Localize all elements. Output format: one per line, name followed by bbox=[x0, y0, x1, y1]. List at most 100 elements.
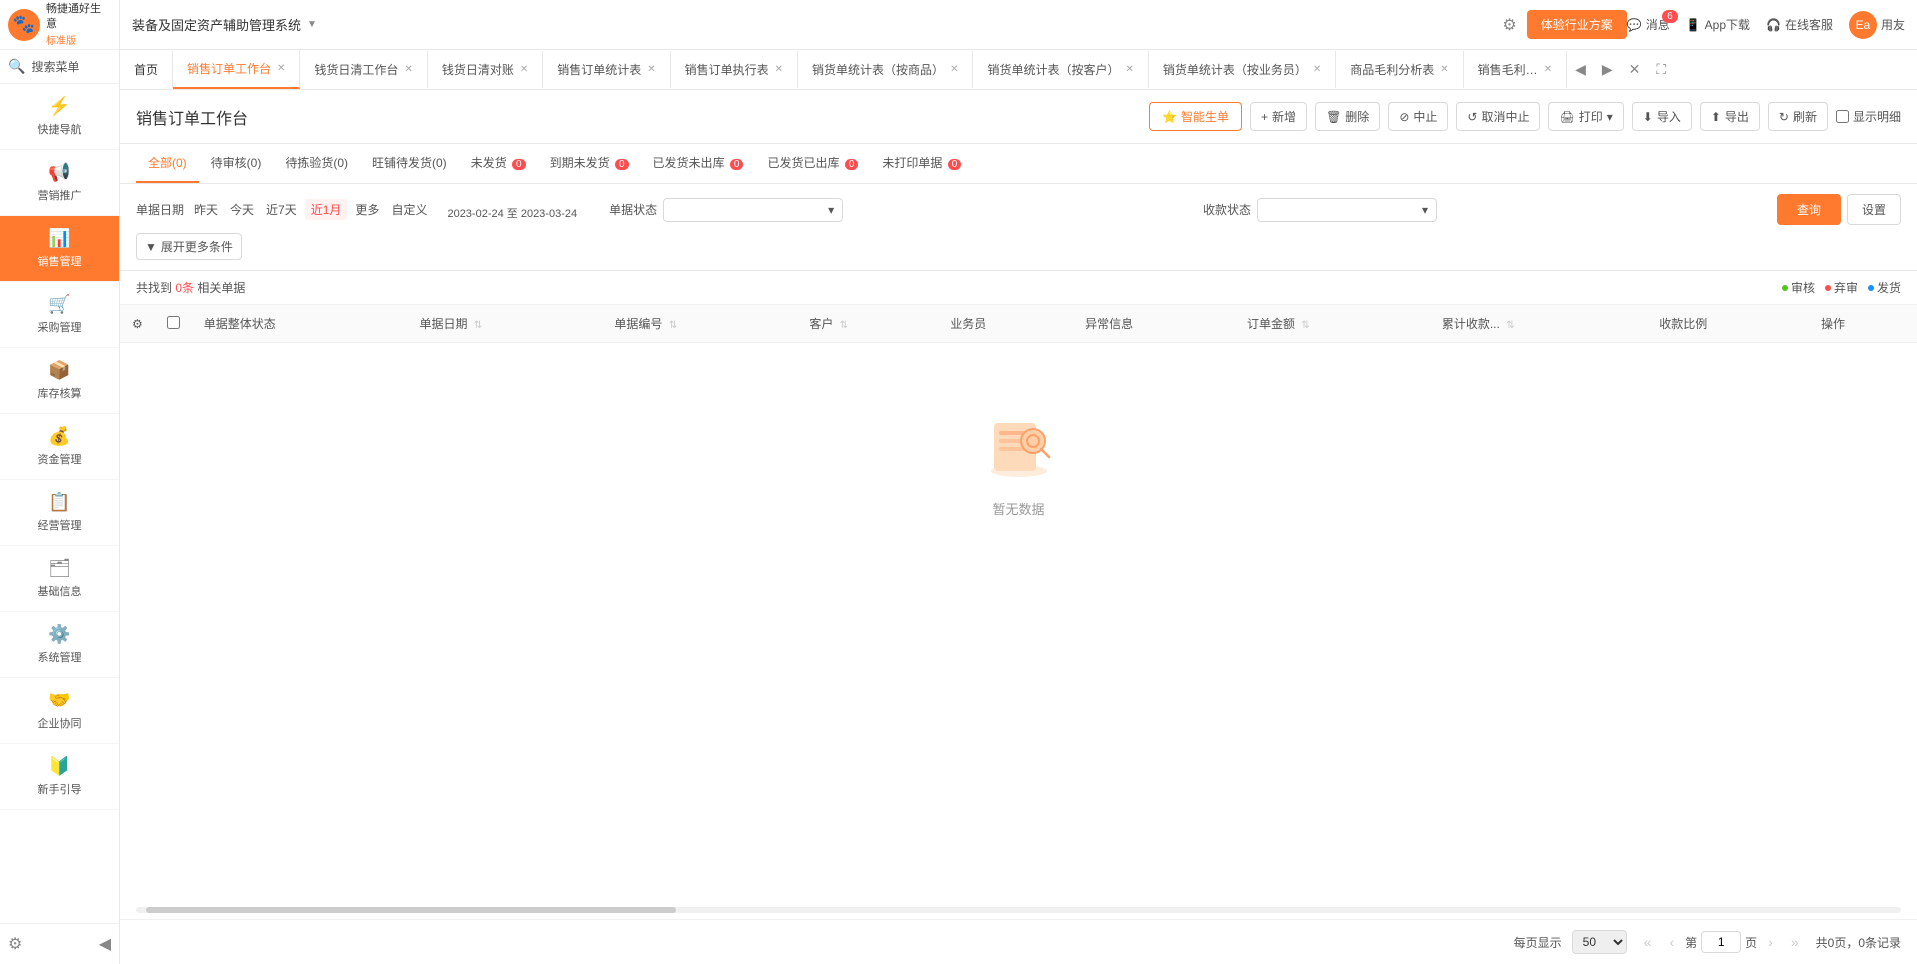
show-detail-checkbox[interactable]: 显示明细 bbox=[1836, 108, 1901, 125]
sidebar-item-guide[interactable]: 🔰 新手引导 bbox=[0, 744, 119, 810]
filter-tab-shipped-out[interactable]: 已发货未出库 0 bbox=[641, 144, 756, 183]
tab-sales-exec-close[interactable]: ✕ bbox=[775, 64, 783, 75]
tab-staff-stats-close[interactable]: ✕ bbox=[1313, 64, 1321, 75]
solution-button[interactable]: 体验行业方案 bbox=[1527, 10, 1627, 39]
th-amount-sort[interactable]: ⇅ bbox=[1301, 320, 1309, 331]
smart-gen-button[interactable]: ⭐ 智能生单 bbox=[1149, 102, 1242, 131]
th-received[interactable]: 累计收款... ⇅ bbox=[1430, 305, 1647, 343]
refresh-button[interactable]: ↻ 刷新 bbox=[1768, 102, 1828, 131]
tab-close-all[interactable]: ✕ bbox=[1621, 61, 1649, 78]
table-scroll[interactable]: ⚙ 单据整体状态 单据日期 ⇅ 单据编号 ⇅ bbox=[120, 305, 1917, 901]
export-button[interactable]: ⬆ 导出 bbox=[1700, 102, 1760, 131]
tab-margin-analysis[interactable]: 商品毛利分析表 ✕ bbox=[1336, 51, 1463, 88]
hscroll-thumb[interactable] bbox=[146, 907, 676, 913]
hscroll-bar[interactable] bbox=[136, 907, 1901, 913]
batch-unapprove-btn[interactable]: 弃审 bbox=[1825, 279, 1858, 296]
tab-daily-clear-close[interactable]: ✕ bbox=[404, 64, 412, 75]
date-option-more[interactable]: 更多 bbox=[351, 199, 383, 220]
sidebar-item-inventory[interactable]: 📦 库存核算 bbox=[0, 348, 119, 414]
search-settings-button[interactable]: 设置 bbox=[1847, 194, 1901, 225]
th-date-sort[interactable]: ⇅ bbox=[474, 320, 482, 331]
th-settings[interactable]: ⚙ bbox=[120, 305, 155, 343]
app-download-button[interactable]: 📱 App下载 bbox=[1686, 16, 1750, 33]
tab-goods-stats[interactable]: 销货单统计表（按商品） ✕ bbox=[798, 51, 973, 88]
tab-customer-stats[interactable]: 销货单统计表（按客户） ✕ bbox=[973, 51, 1148, 88]
sidebar-item-enterprise[interactable]: 🤝 企业协同 bbox=[0, 678, 119, 744]
tab-sales-order-close[interactable]: ✕ bbox=[277, 63, 285, 74]
th-number-sort[interactable]: ⇅ bbox=[669, 320, 677, 331]
tab-staff-stats[interactable]: 销货单统计表（按业务员） ✕ bbox=[1149, 51, 1336, 88]
service-button[interactable]: 🎧 在线客服 bbox=[1766, 16, 1833, 33]
page-last-btn[interactable]: » bbox=[1784, 931, 1806, 953]
stop-button[interactable]: ⊘ 中止 bbox=[1388, 102, 1448, 131]
filter-tab-unprinted[interactable]: 未打印单据 0 bbox=[870, 144, 973, 183]
query-button[interactable]: 查询 bbox=[1777, 194, 1841, 225]
user-menu[interactable]: Ea 用友 bbox=[1849, 11, 1905, 39]
filter-tab-unshipped[interactable]: 未发货 0 bbox=[459, 144, 538, 183]
filter-tab-overdue[interactable]: 到期未发货 0 bbox=[538, 144, 641, 183]
tab-sales-stats-close[interactable]: ✕ bbox=[647, 64, 655, 75]
collapse-icon[interactable]: ◀ bbox=[99, 934, 111, 954]
sidebar-item-quick-nav[interactable]: ⚡ 快捷导航 bbox=[0, 84, 119, 150]
page-first-btn[interactable]: « bbox=[1637, 931, 1659, 953]
tab-goods-stats-close[interactable]: ✕ bbox=[950, 64, 958, 75]
sidebar-item-marketing[interactable]: 📢 营销推广 bbox=[0, 150, 119, 216]
import-button[interactable]: ⬇ 导入 bbox=[1632, 102, 1692, 131]
date-option-custom[interactable]: 自定义 bbox=[387, 199, 431, 220]
sidebar-item-operations[interactable]: 📋 经营管理 bbox=[0, 480, 119, 546]
expand-button[interactable]: ▼ 展开更多条件 bbox=[136, 233, 242, 260]
sidebar-item-system[interactable]: ⚙️ 系统管理 bbox=[0, 612, 119, 678]
date-option-yesterday[interactable]: 昨天 bbox=[190, 199, 222, 220]
sidebar-item-finance[interactable]: 💰 资金管理 bbox=[0, 414, 119, 480]
filter-tab-all[interactable]: 全部(0) bbox=[136, 144, 199, 183]
system-dropdown-icon[interactable]: ▼ bbox=[307, 19, 317, 30]
msg-button[interactable]: 💬 消息 6 bbox=[1627, 16, 1670, 33]
filter-tab-pending[interactable]: 待审核(0) bbox=[199, 144, 274, 183]
tab-sales-order[interactable]: 销售订单工作台 ✕ bbox=[173, 50, 300, 89]
tab-reconcile-close[interactable]: ✕ bbox=[520, 64, 528, 75]
print-button[interactable]: 🖨 打印 ▾ bbox=[1548, 102, 1623, 131]
status-select[interactable]: ▾ bbox=[663, 198, 843, 222]
date-option-7days[interactable]: 近7天 bbox=[262, 199, 301, 220]
payment-select[interactable]: ▾ bbox=[1257, 198, 1437, 222]
show-detail-input[interactable] bbox=[1836, 110, 1849, 123]
tab-margin-analysis-close[interactable]: ✕ bbox=[1440, 64, 1448, 75]
tab-reconcile[interactable]: 钱货日清对账 ✕ bbox=[428, 51, 543, 88]
filter-tab-wangpu[interactable]: 旺铺待发货(0) bbox=[360, 144, 459, 183]
filter-tab-shipped-done[interactable]: 已发货已出库 0 bbox=[755, 144, 870, 183]
th-customer-sort[interactable]: ⇅ bbox=[840, 320, 848, 331]
page-size-select[interactable]: 10 20 50 100 bbox=[1572, 930, 1627, 954]
tab-nav-prev[interactable]: ◀ bbox=[1567, 61, 1594, 78]
tab-sales-stats[interactable]: 销售订单统计表 ✕ bbox=[543, 51, 670, 88]
batch-ship-btn[interactable]: 发货 bbox=[1868, 279, 1901, 296]
tab-sales-margin-close[interactable]: ✕ bbox=[1544, 64, 1552, 75]
date-option-1month[interactable]: 近1月 bbox=[305, 199, 348, 220]
page-next-btn[interactable]: › bbox=[1761, 931, 1780, 953]
date-option-today[interactable]: 今天 bbox=[226, 199, 258, 220]
tab-daily-clear[interactable]: 钱货日清工作台 ✕ bbox=[300, 51, 427, 88]
tab-maximize[interactable]: ⛶ bbox=[1648, 61, 1674, 78]
th-checkbox[interactable] bbox=[155, 305, 192, 343]
search-menu[interactable]: 🔍 搜索菜单 bbox=[0, 50, 119, 84]
cancel-stop-button[interactable]: ↺ 取消中止 bbox=[1456, 102, 1540, 131]
batch-approve-btn[interactable]: 审核 bbox=[1782, 279, 1815, 296]
th-amount[interactable]: 订单金额 ⇅ bbox=[1235, 305, 1430, 343]
new-button[interactable]: + 新增 bbox=[1250, 102, 1307, 131]
select-all-checkbox[interactable] bbox=[167, 316, 180, 329]
tab-sales-exec[interactable]: 销售订单执行表 ✕ bbox=[671, 51, 798, 88]
topbar-gear-icon[interactable]: ⚙ bbox=[1502, 15, 1516, 35]
th-customer[interactable]: 客户 ⇅ bbox=[797, 305, 938, 343]
sidebar-item-sales[interactable]: 📊 销售管理 bbox=[0, 216, 119, 282]
page-prev-btn[interactable]: ‹ bbox=[1662, 931, 1681, 953]
tab-nav-next[interactable]: ▶ bbox=[1594, 61, 1621, 78]
th-number[interactable]: 单据编号 ⇅ bbox=[602, 305, 797, 343]
tab-customer-stats-close[interactable]: ✕ bbox=[1125, 64, 1133, 75]
filter-tab-inspection[interactable]: 待拣验货(0) bbox=[273, 144, 360, 183]
sidebar-item-purchase[interactable]: 🛒 采购管理 bbox=[0, 282, 119, 348]
th-date[interactable]: 单据日期 ⇅ bbox=[408, 305, 603, 343]
page-input[interactable] bbox=[1701, 931, 1741, 953]
sidebar-item-basic-info[interactable]: 🗂 基础信息 bbox=[0, 546, 119, 612]
th-received-sort[interactable]: ⇅ bbox=[1506, 320, 1514, 331]
delete-button[interactable]: 🗑 删除 bbox=[1315, 102, 1380, 131]
tab-sales-margin[interactable]: 销售毛利… ✕ bbox=[1464, 51, 1567, 88]
